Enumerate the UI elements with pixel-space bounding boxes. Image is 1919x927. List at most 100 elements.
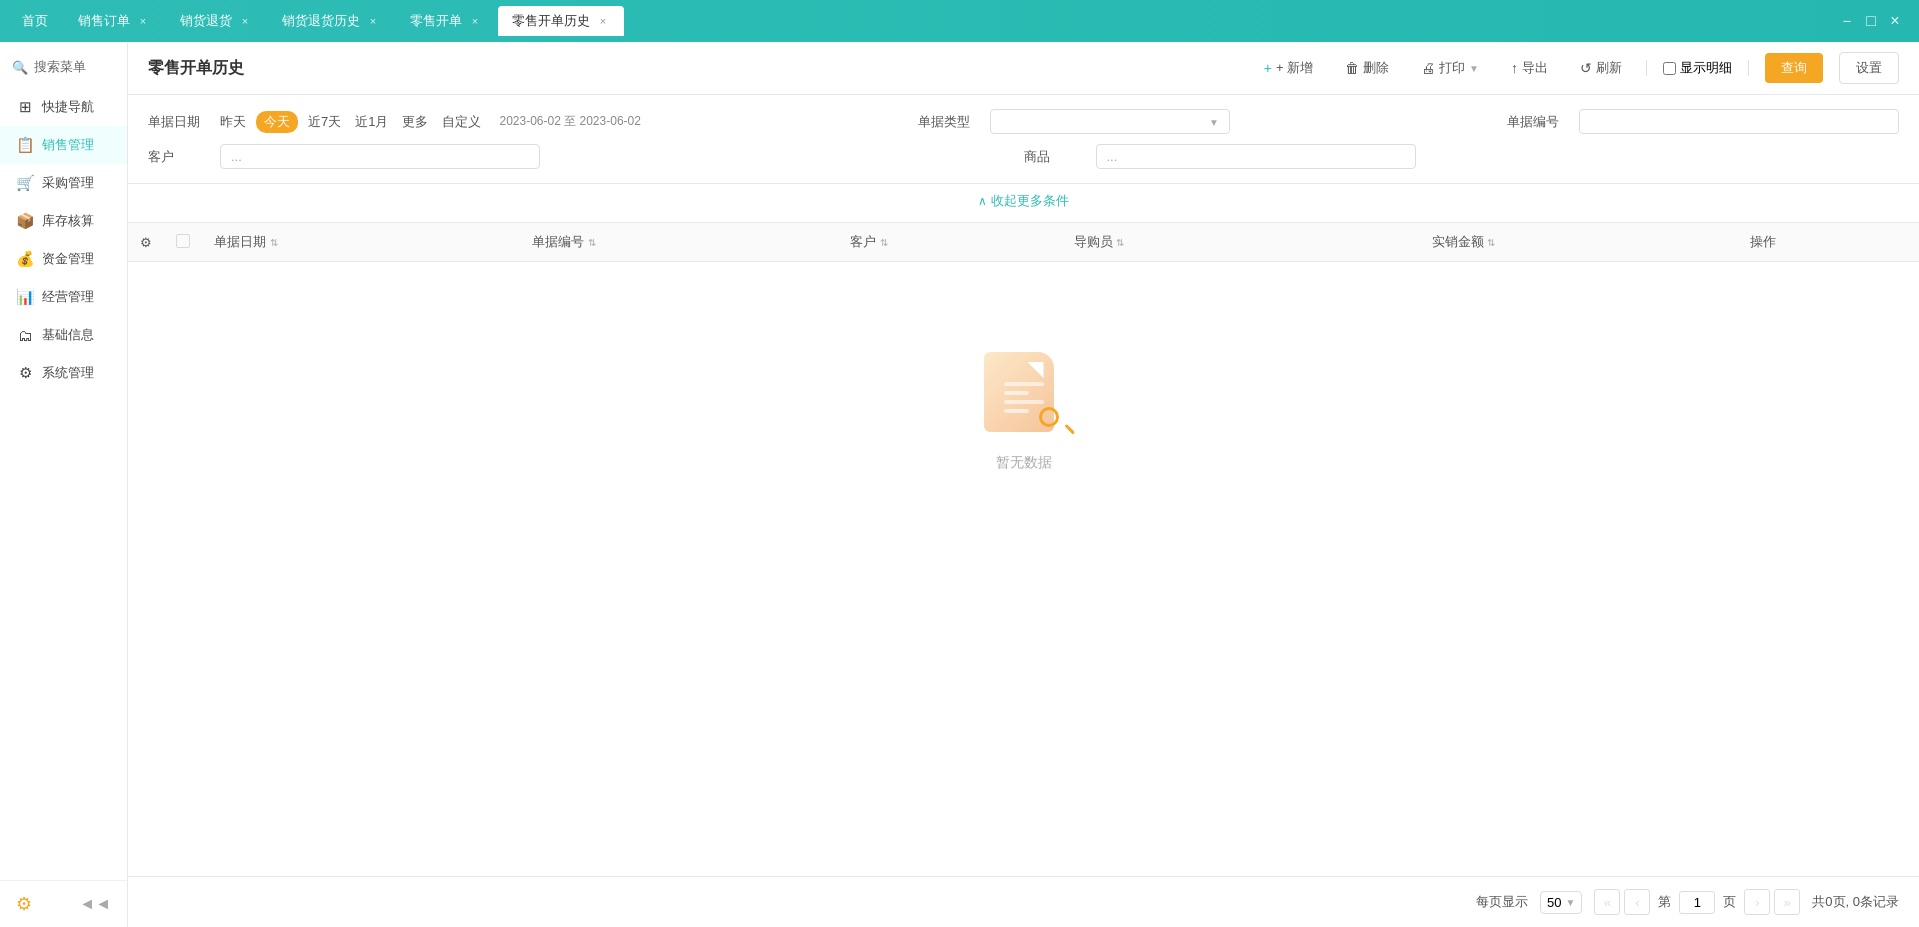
doc-lines	[1004, 382, 1044, 418]
col-actual-amount-sort-icon: ⇅	[1487, 237, 1495, 248]
refresh-icon: ↺	[1580, 60, 1592, 76]
tab-retail-open[interactable]: 零售开单 ×	[396, 6, 496, 36]
add-button[interactable]: + + 新增	[1256, 55, 1321, 81]
sidebar-item-base-info-label: 基础信息	[42, 326, 94, 344]
sidebar-item-quick-nav[interactable]: ⊞ 快捷导航	[0, 88, 127, 126]
display-detail-label: 显示明细	[1680, 59, 1732, 77]
last-page-button[interactable]: »	[1774, 889, 1800, 915]
window-controls: － □ ×	[1839, 13, 1911, 29]
data-table: ⚙ 单据日期 ⇅ 单据编号 ⇅	[128, 223, 1919, 262]
sidebar-item-sales-mgmt-label: 销售管理	[42, 136, 94, 154]
close-button[interactable]: ×	[1887, 13, 1903, 29]
tab-sales-return[interactable]: 销货退货 ×	[166, 6, 266, 36]
sidebar-search[interactable]: 搜索菜单	[0, 50, 127, 88]
customer-input[interactable]: ...	[220, 144, 540, 169]
col-doc-date-sort-icon: ⇅	[270, 237, 278, 248]
print-button[interactable]: 🖨 打印 ▼	[1413, 55, 1487, 81]
shortcut-more[interactable]: 更多	[398, 111, 432, 133]
shortcut-custom[interactable]: 自定义	[438, 111, 485, 133]
doc-line-4	[1004, 409, 1029, 413]
sidebar-item-sys-mgmt-label: 系统管理	[42, 364, 94, 382]
collapse-button[interactable]: ∧ 收起更多条件	[966, 188, 1081, 214]
tab-sales-return-history[interactable]: 销货退货历史 ×	[268, 6, 394, 36]
gear-icon[interactable]: ⚙	[16, 893, 32, 915]
col-settings-header[interactable]: ⚙	[128, 223, 164, 262]
prev-page-button[interactable]: ‹	[1624, 889, 1650, 915]
col-actual-amount-header[interactable]: 实销金额 ⇅	[1420, 223, 1738, 262]
delete-button[interactable]: 🗑 删除	[1337, 55, 1397, 81]
sidebar-item-ops-mgmt[interactable]: 📊 经营管理	[0, 278, 127, 316]
tab-retail-open-history-close[interactable]: ×	[596, 14, 610, 28]
mag-circle	[1039, 407, 1059, 427]
sidebar-item-stock-calc-label: 库存核算	[42, 212, 94, 230]
col-doc-date-header[interactable]: 单据日期 ⇅	[202, 223, 520, 262]
sidebar-item-sales-mgmt[interactable]: 📋 销售管理	[0, 126, 127, 164]
maximize-button[interactable]: □	[1863, 13, 1879, 29]
settings-button[interactable]: 设置	[1839, 52, 1899, 84]
tab-retail-open-history[interactable]: 零售开单历史 ×	[498, 6, 624, 36]
stock-icon: 📦	[16, 212, 34, 230]
page-size-select[interactable]: 50 ▼	[1540, 891, 1582, 914]
export-button[interactable]: ↑ 导出	[1503, 55, 1556, 81]
col-checkbox-header[interactable]	[164, 223, 202, 262]
tab-home[interactable]: 首页	[8, 6, 62, 36]
collapse-up-icon: ∧	[978, 194, 987, 208]
sidebar-item-quick-nav-label: 快捷导航	[42, 98, 94, 116]
table-section: ⚙ 单据日期 ⇅ 单据编号 ⇅	[128, 223, 1919, 927]
shortcut-yesterday[interactable]: 昨天	[216, 111, 250, 133]
filter-row-1: 单据日期 昨天 今天 近7天 近1月 更多 自定义 2023-06-02 至 2…	[148, 109, 1899, 134]
next-page-button[interactable]: ›	[1744, 889, 1770, 915]
query-button[interactable]: 查询	[1765, 53, 1823, 83]
delete-label: 删除	[1363, 59, 1389, 77]
sidebar-item-base-info[interactable]: 🗂 基础信息	[0, 316, 127, 354]
sidebar-item-stock-calc[interactable]: 📦 库存核算	[0, 202, 127, 240]
page-label-pre: 第	[1658, 893, 1671, 911]
col-guide-label: 导购员	[1074, 234, 1113, 249]
col-customer-sort-icon: ⇅	[880, 237, 888, 248]
col-doc-number-label: 单据编号	[532, 234, 584, 249]
shortcut-today[interactable]: 今天	[256, 111, 298, 133]
date-shortcuts: 昨天 今天 近7天 近1月 更多 自定义 2023-06-02 至 2023-0…	[216, 111, 641, 133]
delete-icon: 🗑	[1345, 60, 1359, 76]
doc-number-input[interactable]	[1579, 109, 1899, 134]
date-filter-label: 单据日期	[148, 113, 212, 131]
col-guide-header[interactable]: 导购员 ⇅	[1062, 223, 1333, 262]
tab-sales-order[interactable]: 销售订单 ×	[64, 6, 164, 36]
print-dropdown-icon[interactable]: ▼	[1469, 63, 1479, 74]
sidebar-item-finance-mgmt-label: 资金管理	[42, 250, 94, 268]
col-settings-icon[interactable]: ⚙	[140, 235, 152, 250]
collapse-sidebar-icon[interactable]: ◄◄	[79, 895, 111, 913]
tab-sales-return-close[interactable]: ×	[238, 14, 252, 28]
display-detail-input[interactable]	[1663, 62, 1676, 75]
toolbar: 零售开单历史 + + 新增 🗑 删除 🖨 打印 ▼ ↑ 导出	[128, 42, 1919, 95]
page-number-input[interactable]	[1679, 891, 1715, 914]
col-extra-header	[1332, 223, 1419, 262]
sidebar-item-sys-mgmt[interactable]: ⚙ 系统管理	[0, 354, 127, 392]
tab-retail-open-close[interactable]: ×	[468, 14, 482, 28]
sidebar-item-finance-mgmt[interactable]: 💰 资金管理	[0, 240, 127, 278]
tab-sales-return-history-close[interactable]: ×	[366, 14, 380, 28]
refresh-label: 刷新	[1596, 59, 1622, 77]
magnifier	[1039, 407, 1069, 437]
goods-input[interactable]: ...	[1096, 144, 1416, 169]
doc-type-select[interactable]	[990, 109, 1230, 134]
header-checkbox[interactable]	[176, 234, 190, 248]
col-customer-header[interactable]: 客户 ⇅	[838, 223, 1062, 262]
ops-icon: 📊	[16, 288, 34, 306]
filter-section: 单据日期 昨天 今天 近7天 近1月 更多 自定义 2023-06-02 至 2…	[128, 95, 1919, 223]
export-label: 导出	[1522, 59, 1548, 77]
display-detail-checkbox[interactable]: 显示明细	[1663, 59, 1732, 77]
minimize-button[interactable]: －	[1839, 13, 1855, 29]
sidebar-item-purchase-mgmt[interactable]: 🛒 采购管理	[0, 164, 127, 202]
doc-line-1	[1004, 382, 1044, 386]
doc-type-dropdown-icon	[1209, 114, 1219, 129]
first-page-button[interactable]: «	[1594, 889, 1620, 915]
filter-row-2: 客户 ... 商品 ...	[148, 144, 1899, 169]
refresh-button[interactable]: ↺ 刷新	[1572, 55, 1630, 81]
shortcut-7days[interactable]: 近7天	[304, 111, 345, 133]
doc-number-filter-label: 单据编号	[1507, 113, 1571, 131]
tab-sales-order-close[interactable]: ×	[136, 14, 150, 28]
col-doc-number-header[interactable]: 单据编号 ⇅	[520, 223, 838, 262]
tab-sales-return-label: 销货退货	[180, 12, 232, 30]
shortcut-1month[interactable]: 近1月	[351, 111, 392, 133]
